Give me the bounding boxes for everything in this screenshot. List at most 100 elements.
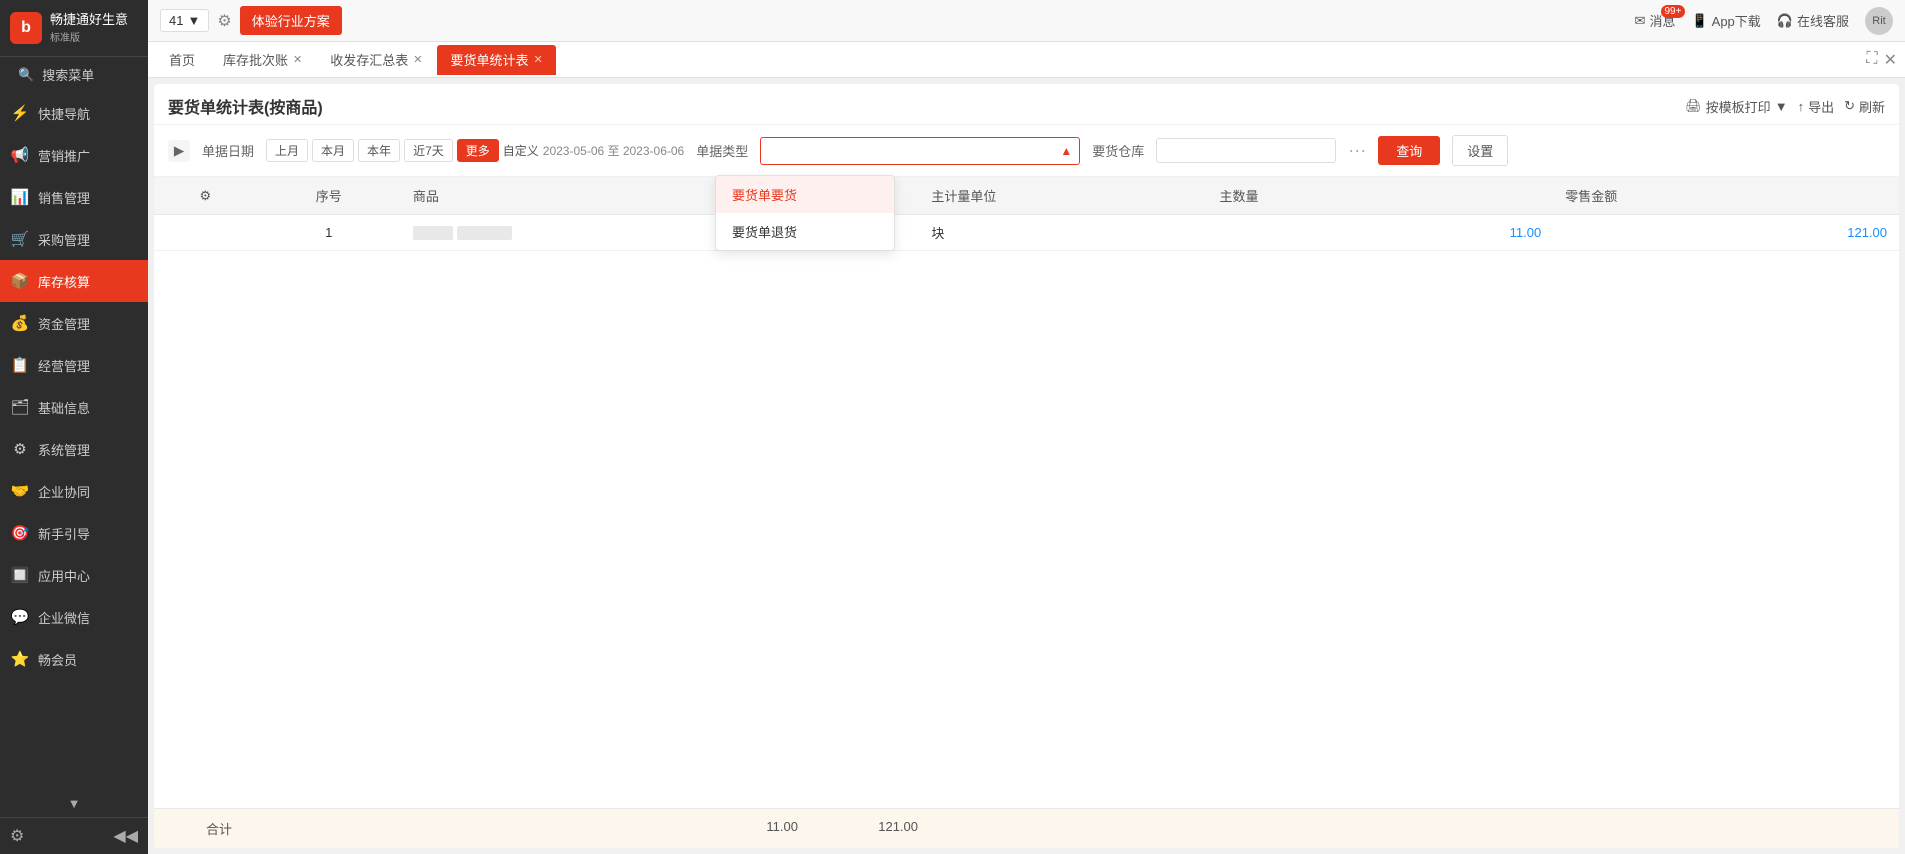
dropdown-item-order-return[interactable]: 要货单退货 bbox=[716, 213, 894, 250]
app-logo-icon: b bbox=[10, 12, 42, 44]
topbar-settings-icon[interactable]: ⚙ bbox=[217, 11, 231, 31]
sidebar-item-label: 基础信息 bbox=[38, 398, 90, 417]
filter-query-btn[interactable]: 查询 bbox=[1378, 136, 1440, 165]
wechat-icon: 💬 bbox=[10, 607, 30, 627]
app-download-btn[interactable]: 📱 App下载 bbox=[1691, 11, 1760, 30]
tab-receive-summary-close[interactable]: ✕ bbox=[413, 53, 422, 66]
apps-icon: 🔲 bbox=[10, 565, 30, 585]
topbar-left: 41 ▼ ⚙ 体验行业方案 bbox=[160, 6, 342, 35]
sidebar-item-system[interactable]: ⚙ 系统管理 bbox=[0, 428, 148, 470]
tab-expand-icon[interactable]: ⛶ bbox=[1866, 50, 1877, 70]
tab-order-stats[interactable]: 要货单统计表 ✕ bbox=[437, 45, 555, 75]
user-avatar[interactable]: Rit bbox=[1865, 7, 1893, 35]
sidebar-bottom: ⚙ ◀◀ bbox=[0, 817, 148, 854]
tab-inventory-batch-close[interactable]: ✕ bbox=[293, 53, 302, 66]
refresh-btn[interactable]: ↻ 刷新 bbox=[1844, 97, 1885, 116]
filter-warehouse-input[interactable] bbox=[1156, 138, 1336, 163]
collapse-icon[interactable]: ◀◀ bbox=[113, 826, 138, 846]
sidebar-item-operation[interactable]: 📋 经营管理 bbox=[0, 344, 148, 386]
summary-label: 合计 bbox=[168, 819, 678, 838]
sidebar-item-wechat[interactable]: 💬 企业微信 bbox=[0, 596, 148, 638]
summary-row: 合计 11.00 121.00 bbox=[154, 808, 1899, 848]
trial-btn[interactable]: 体验行业方案 bbox=[240, 6, 342, 35]
table-wrap: ⚙ 序号 商品 主计量单位 主数量 零售金额 1 bbox=[154, 177, 1899, 808]
sidebar-item-label: 应用中心 bbox=[38, 566, 90, 585]
app-name: 畅捷通好生意 bbox=[50, 12, 128, 29]
filter-type-select[interactable] bbox=[760, 137, 1080, 165]
product-name-placeholder bbox=[413, 226, 453, 240]
headset-icon: 🎧 bbox=[1777, 13, 1793, 29]
row-amount-cell: 121.00 bbox=[1553, 215, 1899, 251]
filter-more-btn[interactable]: 更多 bbox=[457, 139, 499, 162]
print-icon: 🖨 bbox=[1685, 98, 1702, 114]
filter-custom[interactable]: 自定义 bbox=[503, 142, 539, 159]
tab-order-stats-close[interactable]: ✕ bbox=[534, 53, 543, 66]
sidebar-item-enterprise[interactable]: 🤝 企业协同 bbox=[0, 470, 148, 512]
filter-this-year[interactable]: 本年 bbox=[358, 139, 400, 162]
dropdown-item-order-goods[interactable]: 要货单要货 bbox=[716, 176, 894, 213]
online-service-btn[interactable]: 🎧 在线客服 bbox=[1777, 11, 1849, 30]
tab-receive-summary-label: 收发存汇总表 bbox=[330, 50, 408, 69]
type-label: 单据类型 bbox=[696, 141, 748, 160]
sidebar-item-label: 销售管理 bbox=[38, 188, 90, 207]
sidebar-item-inventory[interactable]: 📦 库存核算 bbox=[0, 260, 148, 302]
tab-inventory-batch-label: 库存批次账 bbox=[223, 50, 288, 69]
filter-last-7-days[interactable]: 近7天 bbox=[404, 139, 453, 162]
col-header-unit: 主计量单位 bbox=[919, 177, 1207, 215]
filter-this-month[interactable]: 本月 bbox=[312, 139, 354, 162]
sidebar-item-marketing[interactable]: 📢 营销推广 bbox=[0, 134, 148, 176]
sidebar-search[interactable]: 🔍 搜索菜单 bbox=[0, 57, 148, 92]
sidebar-item-apps[interactable]: 🔲 应用中心 bbox=[0, 554, 148, 596]
filter-last-month[interactable]: 上月 bbox=[266, 139, 308, 162]
row-qty-cell: 11.00 bbox=[1208, 215, 1554, 251]
page-title: 要货单统计表(按商品) bbox=[168, 94, 323, 118]
filter-warehouse-more-icon[interactable]: ··· bbox=[1348, 140, 1366, 161]
row-settings-cell bbox=[154, 215, 257, 251]
page-actions: 🖨 按模板打印 ▼ ↑ 导出 ↻ 刷新 bbox=[1685, 97, 1885, 116]
sidebar-logo: b 畅捷通好生意 标准版 bbox=[0, 0, 148, 57]
tab-order-stats-label: 要货单统计表 bbox=[450, 50, 528, 69]
filter-area: ▶ 单据日期 上月 本月 本年 近7天 更多 自定义 2023-05-06 至 … bbox=[154, 125, 1899, 177]
sidebar-item-basic[interactable]: 🗂 基础信息 bbox=[0, 386, 148, 428]
app-download-icon: 📱 bbox=[1691, 13, 1707, 29]
page-content: 要货单统计表(按商品) 🖨 按模板打印 ▼ ↑ 导出 ↻ 刷新 ▶ bbox=[154, 84, 1899, 848]
sidebar-scroll-down[interactable]: ▼ bbox=[0, 790, 148, 817]
export-label: 导出 bbox=[1808, 97, 1834, 116]
sidebar-item-guide[interactable]: 🎯 新手引导 bbox=[0, 512, 148, 554]
filter-setting-btn[interactable]: 设置 bbox=[1452, 135, 1508, 166]
settings-icon[interactable]: ⚙ bbox=[10, 826, 24, 846]
col-header-settings[interactable]: ⚙ bbox=[154, 177, 257, 215]
sidebar-item-label: 企业微信 bbox=[38, 608, 90, 627]
main-content: 41 ▼ ⚙ 体验行业方案 ✉ 消息 99+ 📱 App下载 🎧 在线客服 Ri… bbox=[148, 0, 1905, 854]
sidebar-item-label: 畅会员 bbox=[38, 650, 77, 669]
enterprise-icon: 🤝 bbox=[10, 481, 30, 501]
sidebar-item-member[interactable]: ⭐ 畅会员 bbox=[0, 638, 148, 680]
tab-close-all-icon[interactable]: ✕ bbox=[1884, 50, 1897, 70]
guide-icon: 🎯 bbox=[10, 523, 30, 543]
sidebar-item-label: 营销推广 bbox=[38, 146, 90, 165]
app-version: 标准版 bbox=[50, 29, 128, 44]
store-name: 41 bbox=[169, 13, 183, 28]
filter-expand-btn[interactable]: ▶ bbox=[168, 140, 190, 162]
product-code-placeholder bbox=[457, 226, 512, 240]
topbar-right: ✉ 消息 99+ 📱 App下载 🎧 在线客服 Rit bbox=[1635, 7, 1893, 35]
print-btn[interactable]: 🖨 按模板打印 ▼ bbox=[1685, 97, 1787, 116]
sidebar-item-finance[interactable]: 💰 资金管理 bbox=[0, 302, 148, 344]
row-unit-cell: 块 bbox=[919, 215, 1207, 251]
basic-icon: 🗂 bbox=[10, 397, 30, 417]
store-selector[interactable]: 41 ▼ bbox=[160, 9, 209, 32]
sidebar-nav: ⚡ 快捷导航 📢 营销推广 📊 销售管理 🛒 采购管理 📦 库存核算 💰 资金管… bbox=[0, 92, 148, 790]
filter-date-range: 2023-05-06 至 2023-06-06 bbox=[543, 142, 684, 159]
sidebar-item-quick-nav[interactable]: ⚡ 快捷导航 bbox=[0, 92, 148, 134]
sidebar-item-label: 新手引导 bbox=[38, 524, 90, 543]
tab-receive-summary[interactable]: 收发存汇总表 ✕ bbox=[317, 45, 435, 75]
tab-home[interactable]: 首页 bbox=[156, 45, 208, 75]
table-body: 1 块 11.00 121.00 bbox=[154, 215, 1899, 251]
sidebar-item-sales[interactable]: 📊 销售管理 bbox=[0, 176, 148, 218]
export-btn[interactable]: ↑ 导出 bbox=[1798, 97, 1835, 116]
sidebar-item-purchase[interactable]: 🛒 采购管理 bbox=[0, 218, 148, 260]
sidebar-search-label: 搜索菜单 bbox=[42, 65, 94, 84]
search-icon: 🔍 bbox=[18, 67, 34, 83]
messages-btn[interactable]: ✉ 消息 99+ bbox=[1635, 11, 1676, 30]
tab-inventory-batch[interactable]: 库存批次账 ✕ bbox=[210, 45, 315, 75]
